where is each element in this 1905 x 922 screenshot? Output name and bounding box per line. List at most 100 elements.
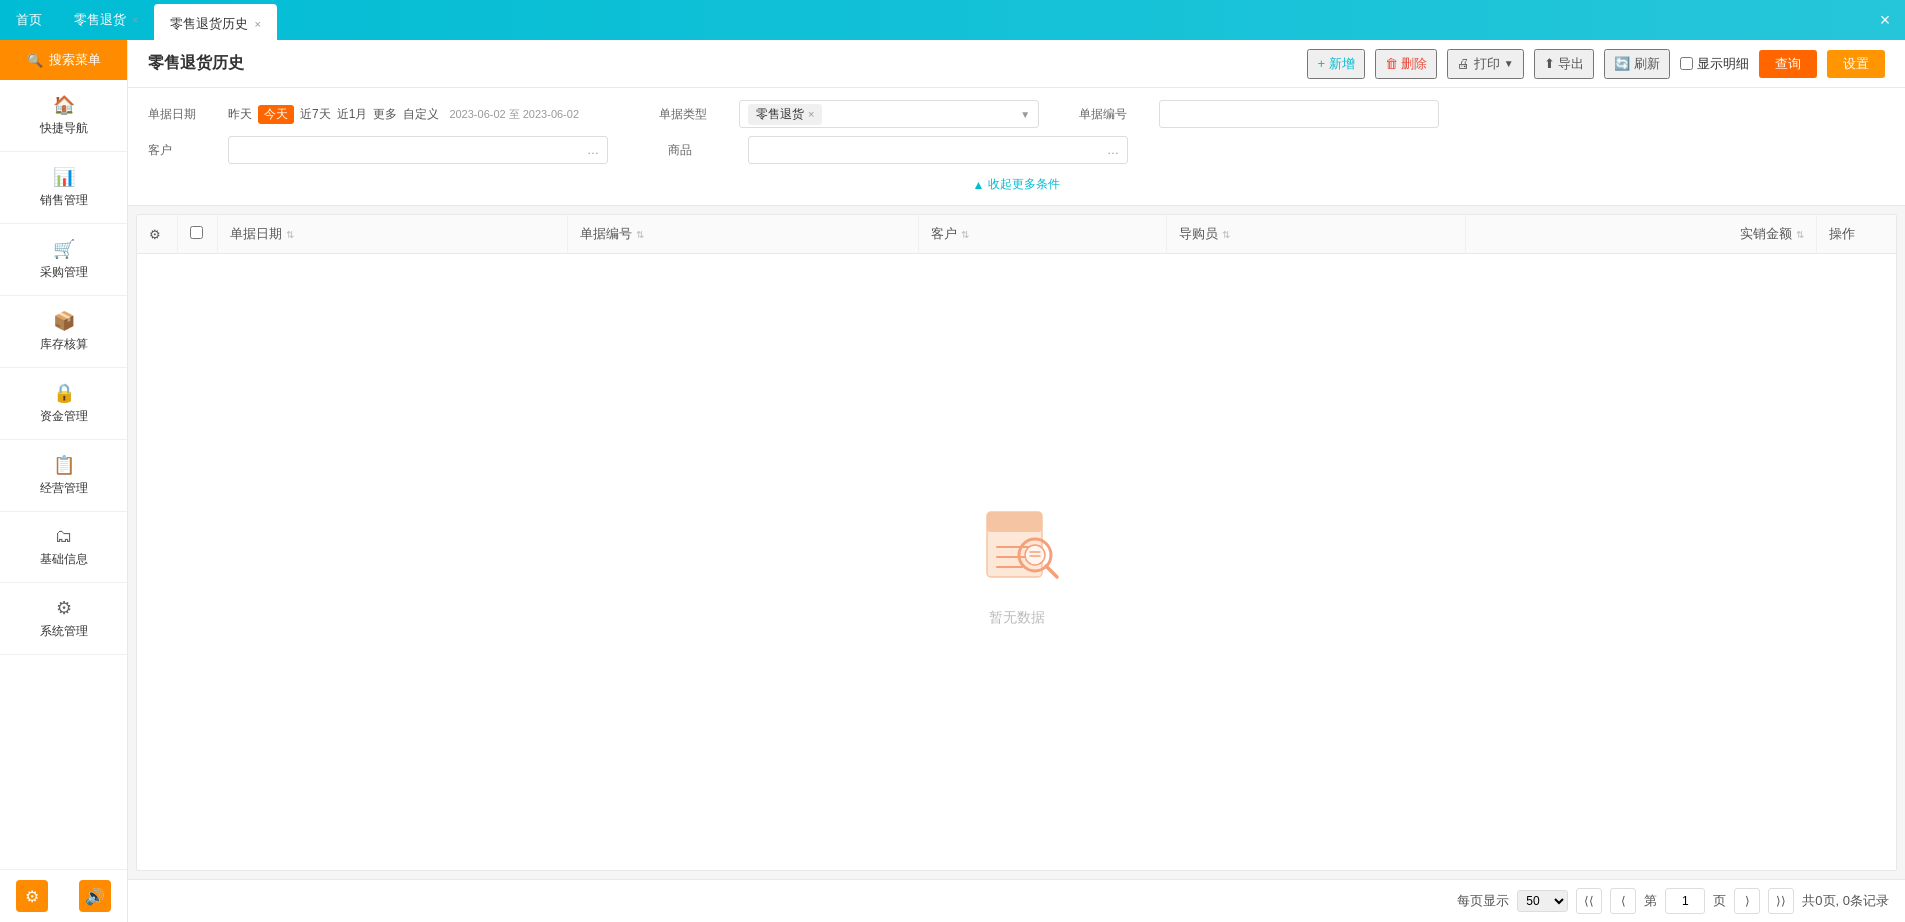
th-doc-number: 单据编号 ⇅ xyxy=(568,215,919,254)
empty-text: 暂无数据 xyxy=(989,609,1045,627)
collapse-button[interactable]: ▲ 收起更多条件 xyxy=(961,172,1073,197)
date-opt-custom[interactable]: 自定义 xyxy=(403,106,439,123)
date-opt-today[interactable]: 今天 xyxy=(258,105,294,124)
print-dropdown-icon[interactable]: ▼ xyxy=(1504,58,1514,69)
filter-area: 单据日期 昨天 今天 近7天 近1月 更多 自定义 2023-06-02 至 2… xyxy=(128,88,1905,206)
show-detail-label: 显示明细 xyxy=(1697,55,1749,73)
sidebar-item-quick-nav[interactable]: 🏠 快捷导航 xyxy=(0,80,127,152)
page-last-button[interactable]: ⟩⟩ xyxy=(1768,888,1794,914)
sidebar-item-sales-mgmt[interactable]: 📊 销售管理 xyxy=(0,152,127,224)
svg-point-6 xyxy=(1025,545,1045,565)
sort-icon-doc-date: ⇅ xyxy=(286,229,294,240)
empty-state: 暂无数据 xyxy=(137,254,1896,870)
tab-home[interactable]: 首页 xyxy=(0,0,58,40)
data-table: ⚙ 单据日期 ⇅ 单据编号 xyxy=(137,215,1896,254)
sidebar-search[interactable]: 🔍 搜索菜单 xyxy=(0,40,127,80)
th-amount-sort[interactable]: 实销金额 ⇅ xyxy=(1478,225,1804,243)
th-doc-date-sort[interactable]: 单据日期 ⇅ xyxy=(230,225,556,243)
page-number-input[interactable] xyxy=(1665,888,1705,914)
doc-number-input-wrap xyxy=(1159,100,1439,128)
date-opt-more[interactable]: 更多 xyxy=(373,106,397,123)
show-detail-wrap: 显示明细 xyxy=(1680,55,1749,73)
sidebar-item-operation-mgmt[interactable]: 📋 经营管理 xyxy=(0,440,127,512)
sidebar-settings-button[interactable]: ⚙ xyxy=(16,880,48,912)
table-select-all-checkbox[interactable] xyxy=(190,226,203,239)
page-size-select[interactable]: 10 20 50 100 xyxy=(1517,890,1568,912)
th-guide-sort[interactable]: 导购员 ⇅ xyxy=(1179,225,1453,243)
svg-rect-1 xyxy=(987,512,1042,532)
refresh-button-label: 🔄 刷新 xyxy=(1614,55,1660,73)
sidebar-item-system-mgmt[interactable]: ⚙ 系统管理 xyxy=(0,583,127,655)
delete-button[interactable]: 🗑 删除 xyxy=(1375,49,1438,79)
goods-filter-label: 商品 xyxy=(668,142,728,159)
doc-type-select[interactable]: 零售退货 × ▼ xyxy=(739,100,1039,128)
date-opt-yesterday[interactable]: 昨天 xyxy=(228,106,252,123)
new-button[interactable]: + 新增 xyxy=(1307,49,1364,79)
table-head: ⚙ 单据日期 ⇅ 单据编号 xyxy=(137,215,1896,254)
goods-input[interactable] xyxy=(757,143,1107,157)
th-checkbox xyxy=(177,215,217,254)
content-area: 零售退货历史 + 新增 🗑 删除 🖨 打印 ▼ ⬆ 导出 🔄 刷新 xyxy=(128,40,1905,922)
sidebar-item-finance-mgmt[interactable]: 🔒 资金管理 xyxy=(0,368,127,440)
sort-icon-doc-number: ⇅ xyxy=(636,229,644,240)
show-detail-checkbox[interactable] xyxy=(1680,57,1693,70)
customer-filter-label: 客户 xyxy=(148,142,208,159)
filter-row-2: 客户 … 商品 … xyxy=(148,136,1885,164)
page-title: 零售退货历史 xyxy=(148,53,244,74)
svg-line-7 xyxy=(1046,566,1057,577)
pagination-bar: 每页显示 10 20 50 100 ⟨⟨ ⟨ 第 页 ⟩ ⟩⟩ 共0页, 0条记… xyxy=(128,879,1905,922)
table-wrap: ⚙ 单据日期 ⇅ 单据编号 xyxy=(136,214,1897,871)
empty-svg xyxy=(967,497,1067,597)
sidebar-item-basic-info[interactable]: 🗂 基础信息 xyxy=(0,512,127,583)
sidebar-item-basic-info-label: 基础信息 xyxy=(40,551,88,568)
tab-retail-return-label: 零售退货 xyxy=(74,11,126,29)
sidebar-item-finance-mgmt-label: 资金管理 xyxy=(40,408,88,425)
query-button[interactable]: 查询 xyxy=(1759,50,1817,78)
search-icon: 🔍 xyxy=(27,53,43,68)
date-options: 昨天 今天 近7天 近1月 更多 自定义 2023-06-02 至 2023-0… xyxy=(228,105,579,124)
page-header: 零售退货历史 + 新增 🗑 删除 🖨 打印 ▼ ⬆ 导出 🔄 刷新 xyxy=(128,40,1905,88)
sidebar-item-purchase-mgmt[interactable]: 🛒 采购管理 xyxy=(0,224,127,296)
total-info: 共0页, 0条记录 xyxy=(1802,892,1889,910)
sidebar-item-operation-mgmt-label: 经营管理 xyxy=(40,480,88,497)
main-layout: 🔍 搜索菜单 🏠 快捷导航 📊 销售管理 🛒 采购管理 📦 库存核算 🔒 xyxy=(0,40,1905,922)
tab-retail-return-history[interactable]: 零售退货历史 × xyxy=(154,4,276,44)
customer-input-wrap: … xyxy=(228,136,608,164)
customer-input[interactable] xyxy=(237,143,587,157)
goods-ellipsis-icon[interactable]: … xyxy=(1107,143,1119,157)
system-icon: ⚙ xyxy=(56,597,72,619)
tab-retail-return-close[interactable]: × xyxy=(132,14,138,26)
doc-type-tag-close[interactable]: × xyxy=(808,108,814,120)
tab-retail-return-history-label: 零售退货历史 xyxy=(170,15,248,33)
sidebar-item-inventory[interactable]: 📦 库存核算 xyxy=(0,296,127,368)
page-size-label: 每页显示 xyxy=(1457,892,1509,910)
tab-retail-return[interactable]: 零售退货 × xyxy=(58,0,154,40)
th-doc-date-label: 单据日期 xyxy=(230,225,282,243)
page-next-button[interactable]: ⟩ xyxy=(1734,888,1760,914)
settings-button[interactable]: 设置 xyxy=(1827,50,1885,78)
date-opt-last7[interactable]: 近7天 xyxy=(300,106,331,123)
page-first-button[interactable]: ⟨⟨ xyxy=(1576,888,1602,914)
new-button-label: + 新增 xyxy=(1317,55,1354,73)
window-close-button[interactable]: × xyxy=(1865,0,1905,40)
empty-illustration xyxy=(967,497,1067,597)
page-prev-button[interactable]: ⟨ xyxy=(1610,888,1636,914)
sidebar-nav: 🏠 快捷导航 📊 销售管理 🛒 采购管理 📦 库存核算 🔒 资金管理 📋 xyxy=(0,80,127,869)
th-customer-sort[interactable]: 客户 ⇅ xyxy=(931,225,1154,243)
sidebar-audio-button[interactable]: 🔊 xyxy=(79,880,111,912)
table-settings-icon[interactable]: ⚙ xyxy=(149,227,161,242)
date-opt-last1m[interactable]: 近1月 xyxy=(337,106,368,123)
date-filter-label: 单据日期 xyxy=(148,106,208,123)
tab-retail-return-history-close[interactable]: × xyxy=(254,18,260,30)
sidebar-item-system-mgmt-label: 系统管理 xyxy=(40,623,88,640)
sidebar-item-purchase-mgmt-label: 采购管理 xyxy=(40,264,88,281)
customer-ellipsis-icon[interactable]: … xyxy=(587,143,599,157)
print-button[interactable]: 🖨 打印 ▼ xyxy=(1447,49,1524,79)
refresh-button[interactable]: 🔄 刷新 xyxy=(1604,49,1670,79)
top-bar: 首页 零售退货 × 零售退货历史 × × xyxy=(0,0,1905,40)
doc-number-input[interactable] xyxy=(1168,107,1430,121)
th-customer: 客户 ⇅ xyxy=(918,215,1166,254)
export-button[interactable]: ⬆ 导出 xyxy=(1534,49,1595,79)
th-doc-number-sort[interactable]: 单据编号 ⇅ xyxy=(580,225,906,243)
tab-list: 首页 零售退货 × 零售退货历史 × xyxy=(0,0,1865,40)
